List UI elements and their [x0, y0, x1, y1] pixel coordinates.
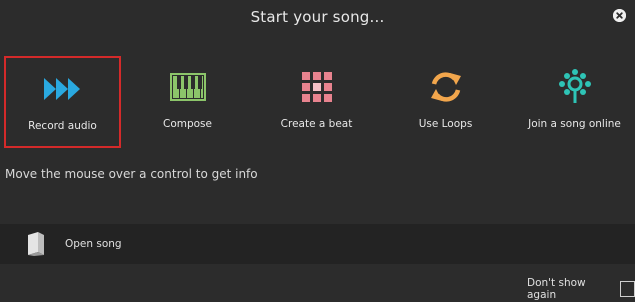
- dont-show-again-checkbox[interactable]: [619, 281, 635, 297]
- close-button[interactable]: [613, 9, 626, 22]
- start-options: Record audio Compose Create a beat Use L…: [4, 56, 632, 148]
- use-loops-label: Use Loops: [418, 118, 473, 130]
- beat-grid-icon: [301, 72, 332, 102]
- record-audio-option[interactable]: Record audio: [4, 56, 121, 148]
- network-icon: [558, 69, 591, 103]
- use-loops-option[interactable]: Use Loops: [387, 56, 504, 148]
- close-icon: [613, 9, 626, 22]
- dont-show-again-label: Don't show again: [527, 277, 586, 301]
- book-icon: [28, 232, 44, 256]
- record-audio-label: Record audio: [28, 120, 97, 132]
- join-song-online-label: Join a song online: [528, 118, 621, 130]
- compose-label: Compose: [162, 118, 212, 130]
- join-song-online-option[interactable]: Join a song online: [516, 56, 633, 148]
- dont-show-again: Don't show again: [527, 277, 635, 301]
- create-beat-option[interactable]: Create a beat: [258, 56, 375, 148]
- open-song-button[interactable]: Open song: [0, 224, 635, 264]
- create-beat-label: Create a beat: [280, 118, 353, 130]
- piano-keys-icon: [169, 73, 206, 101]
- dialog-title: Start your song...: [250, 8, 385, 26]
- info-text: Move the mouse over a control to get inf…: [5, 167, 258, 181]
- fast-forward-arrows-icon: [43, 78, 80, 100]
- compose-option[interactable]: Compose: [129, 56, 246, 148]
- open-song-label: Open song: [65, 238, 122, 250]
- loop-arrows-icon: [430, 72, 461, 102]
